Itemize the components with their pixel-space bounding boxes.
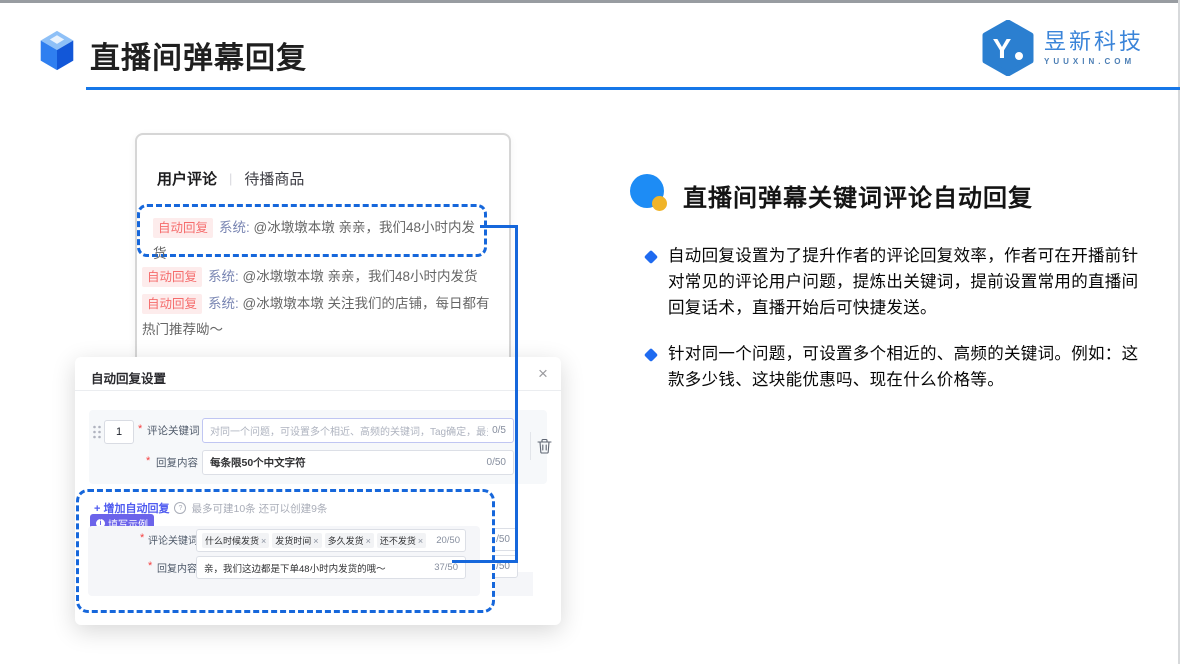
tag-label: 还不发货 [379, 536, 416, 546]
keyword-input[interactable]: 对同一个问题，可设置多个相近、高频的关键词，Tag确定，最多5个 0/5 [202, 418, 514, 443]
modal-title: 自动回复设置 [91, 372, 167, 386]
row-action-divider [530, 432, 531, 460]
reply-input[interactable]: 每条限50个中文字符 0/50 [202, 450, 514, 475]
keyword-counter: 0/5 [492, 425, 506, 436]
required-mark: * [146, 455, 151, 467]
comment-row: 自动回复 系统: @冰墩墩本墩 关注我们的店铺，每日都有热门推荐呦～ [142, 291, 498, 343]
chat-bubble-icon [630, 174, 667, 211]
bullet-diamond-icon [643, 249, 659, 265]
comments-tabs: 用户评论 | 待播商品 [157, 168, 304, 189]
reply-label: 回复内容 [156, 457, 198, 469]
page: 直播间弹幕回复 Y 昱新科技 YUUXIN.COM 用户评论 | 待播商品 自动… [0, 0, 1180, 664]
reply-placeholder: 每条限50个中文字符 [210, 457, 306, 469]
brand-domain: YUUXIN.COM [1044, 57, 1136, 66]
connector-line [480, 225, 518, 228]
delete-icon[interactable] [537, 438, 552, 454]
brand-hexagon-icon: Y [982, 20, 1034, 76]
modal-title-divider [75, 390, 561, 391]
page-title: 直播间弹幕回复 [90, 42, 307, 75]
example-keyword-counter: 20/50 [436, 535, 460, 546]
keyword-tag[interactable]: 什么时候发货 × [202, 533, 270, 548]
comment-row: 自动回复 系统: @冰墩墩本墩 亲亲，我们48小时内发货 [142, 264, 498, 290]
tag-remove-icon[interactable]: × [261, 536, 266, 546]
close-icon[interactable]: × [538, 364, 548, 384]
required-mark: * [138, 423, 143, 435]
comment-sender: 系统: [219, 220, 250, 235]
feature-bullet: 自动回复设置为了提升作者的评论回复效率，作者可在开播前针对常见的评论用户问题，提… [668, 247, 1139, 317]
required-mark: * [148, 560, 153, 572]
example-reply-counter: 37/50 [434, 562, 458, 573]
tag-remove-icon[interactable]: × [418, 536, 423, 546]
comment-sender: 系统: [208, 269, 239, 284]
tag-label: 多久发货 [327, 536, 364, 546]
reply-counter: 0/50 [486, 457, 506, 468]
keyword-tag[interactable]: 多久发货 × [324, 533, 374, 548]
keyword-label: 评论关键词 [147, 425, 200, 437]
brand-name: 昱新科技 [1044, 29, 1145, 54]
yellow-circle-icon [652, 196, 667, 211]
drag-handle-icon[interactable] [92, 424, 102, 440]
tag-remove-icon[interactable]: × [313, 536, 318, 546]
fragment-counter: /50 [496, 534, 510, 545]
header-underline [86, 87, 1180, 90]
auto-reply-badge: 自动回复 [142, 294, 203, 314]
auto-reply-badge: 自动回复 [142, 267, 203, 287]
example-keyword-input[interactable]: 什么时候发货 × 发货时间 × 多久发货 × 还不发货 × 20/50 [196, 529, 466, 552]
connector-line [452, 560, 518, 563]
tag-label: 发货时间 [275, 536, 312, 546]
feature-heading: 直播间弹幕关键词评论自动回复 [683, 185, 1033, 212]
connector-line [515, 225, 518, 563]
rule-index-box[interactable]: 1 [104, 420, 134, 444]
info-icon: ? [174, 502, 187, 514]
add-hint-text: 最多可建10条 还可以创建9条 [191, 502, 328, 515]
comment-row: 自动回复 系统: @冰墩墩本墩 亲亲，我们48小时内发货 [153, 215, 483, 267]
tag-label: 什么时候发货 [205, 536, 260, 546]
required-mark: * [140, 532, 145, 544]
auto-reply-badge: 自动回复 [153, 218, 214, 238]
bullet-diamond-icon [643, 347, 659, 363]
tab-pending-products[interactable]: 待播商品 [244, 168, 304, 189]
example-reply-label: 回复内容 [157, 564, 197, 575]
tab-divider: | [229, 171, 233, 186]
keyword-tag[interactable]: 发货时间 × [272, 533, 322, 548]
cube-logo-icon [40, 30, 74, 71]
comment-sender: 系统: [208, 296, 239, 311]
feature-bullet: 针对同一个问题，可设置多个相近的、高频的关键词。例如：这款多少钱、这块能优惠吗、… [668, 345, 1139, 389]
brand-logo: Y 昱新科技 YUUXIN.COM [982, 20, 1144, 76]
example-reply-input[interactable]: 亲，我们这边都是下单48小时内发货的哦～ 37/50 [196, 556, 466, 579]
svg-text:Y: Y [993, 33, 1012, 64]
example-reply-value: 亲，我们这边都是下单48小时内发货的哦～ [204, 563, 386, 575]
tab-user-comments[interactable]: 用户评论 [157, 168, 217, 189]
comment-text: @冰墩墩本墩 亲亲，我们48小时内发货 [242, 269, 478, 284]
window-top-edge [0, 0, 1180, 3]
tag-remove-icon[interactable]: × [366, 536, 371, 546]
keyword-tag[interactable]: 还不发货 × [376, 533, 427, 548]
keyword-placeholder: 对同一个问题，可设置多个相近、高频的关键词，Tag确定，最多5个 [210, 427, 489, 438]
example-keyword-label: 评论关键词 [148, 536, 198, 547]
